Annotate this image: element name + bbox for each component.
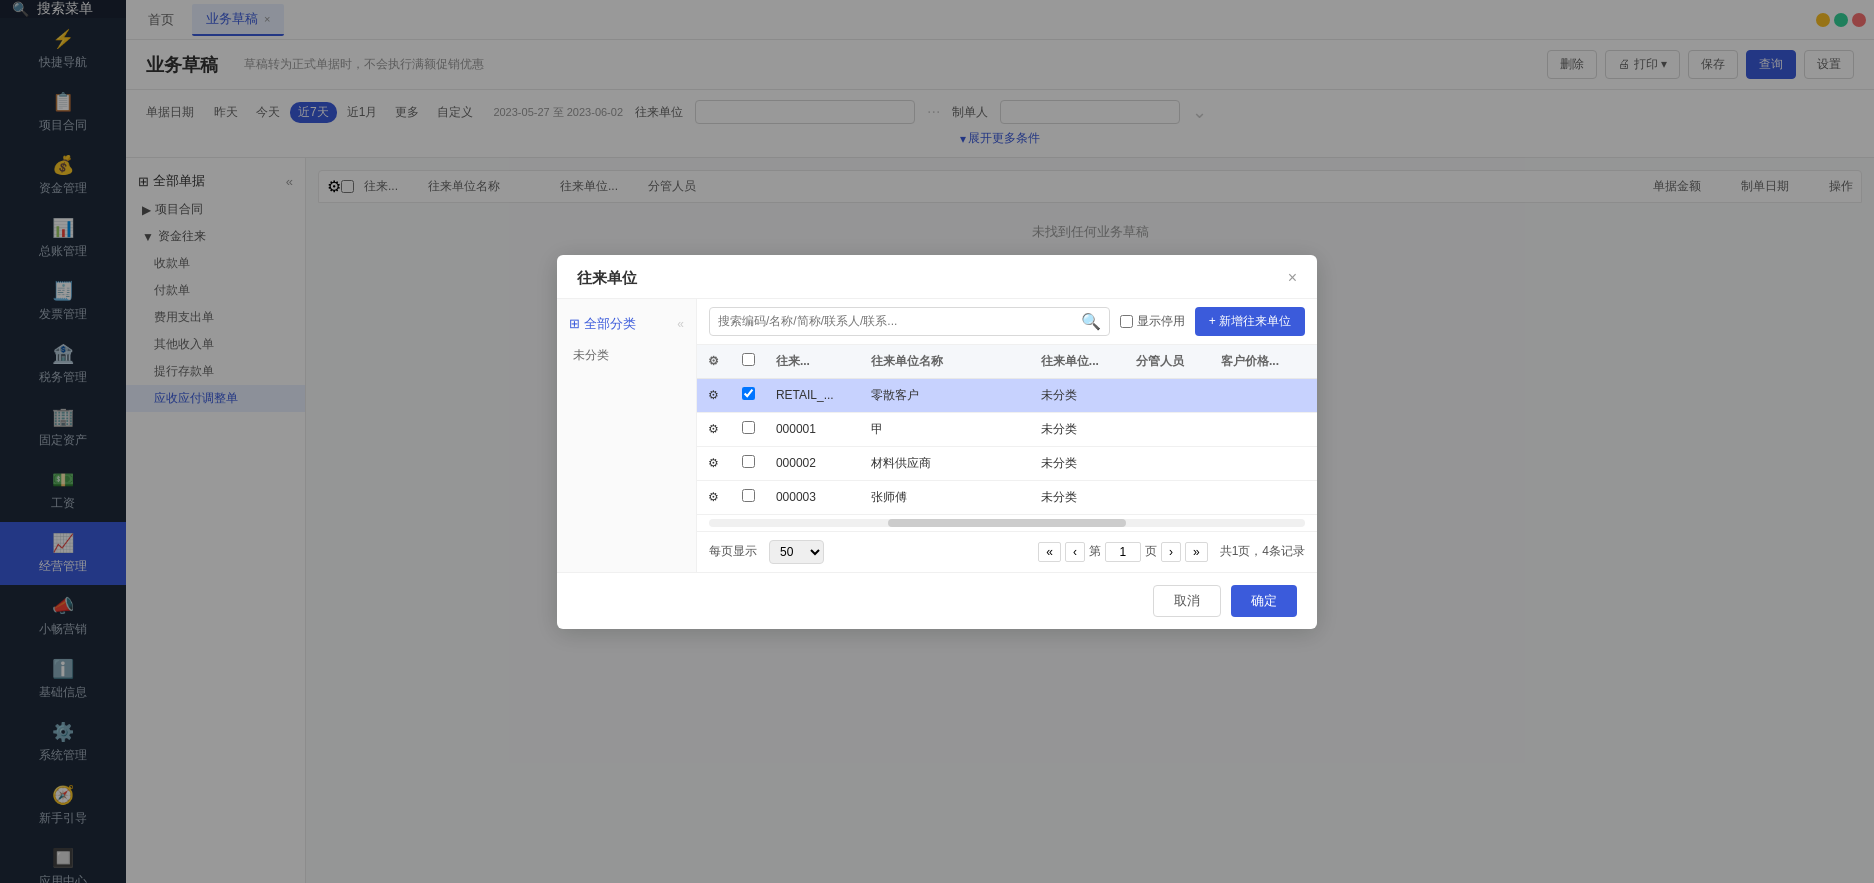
row-name: 甲	[861, 412, 1031, 446]
add-contact-button[interactable]: + 新增往来单位	[1195, 307, 1305, 336]
th-name: 往来单位名称	[861, 345, 1031, 379]
confirm-button[interactable]: 确定	[1231, 585, 1297, 617]
dialog-body: ⊞ 全部分类 « 未分类 🔍 显示停用	[557, 299, 1317, 572]
row-price	[1211, 446, 1317, 480]
row-category: 未分类	[1031, 446, 1126, 480]
row-checkbox[interactable]	[731, 480, 766, 514]
next-page-btn[interactable]: ›	[1161, 542, 1181, 562]
th-person: 分管人员	[1126, 345, 1211, 379]
table-row[interactable]: ⚙ 000002 材料供应商 未分类	[697, 446, 1317, 480]
dialog-left-collapse-btn[interactable]: «	[677, 317, 684, 331]
page-label: 第	[1089, 543, 1101, 560]
row-settings[interactable]: ⚙	[697, 480, 731, 514]
row-category: 未分类	[1031, 378, 1126, 412]
prev-page-btn[interactable]: ‹	[1065, 542, 1085, 562]
table-row[interactable]: ⚙ RETAIL_... 零散客户 未分类	[697, 378, 1317, 412]
row-price	[1211, 412, 1317, 446]
table-scrollbar[interactable]	[709, 519, 1305, 527]
row-code: RETAIL_...	[766, 378, 861, 412]
show-inactive-checkbox[interactable]	[1120, 315, 1133, 328]
search-box[interactable]: 🔍	[709, 307, 1110, 336]
dialog-left-title-label: 全部分类	[584, 315, 636, 333]
search-input[interactable]	[718, 314, 1075, 328]
row-settings[interactable]: ⚙	[697, 412, 731, 446]
th-price: 客户价格...	[1211, 345, 1317, 379]
row-person	[1126, 480, 1211, 514]
row-settings[interactable]: ⚙	[697, 378, 731, 412]
row-checkbox[interactable]	[731, 378, 766, 412]
row-person	[1126, 446, 1211, 480]
row-price	[1211, 480, 1317, 514]
row-name: 材料供应商	[861, 446, 1031, 480]
grid-dots-icon: ⊞	[569, 316, 580, 331]
row-price	[1211, 378, 1317, 412]
dialog-table: ⚙ 往来... 往来单位名称 往来单位... 分管人员 客户价格... ⚙	[697, 345, 1317, 515]
dialog-left-uncategorized[interactable]: 未分类	[557, 341, 696, 370]
table-header-row: ⚙ 往来... 往来单位名称 往来单位... 分管人员 客户价格...	[697, 345, 1317, 379]
page-suffix: 页	[1145, 543, 1157, 560]
table-row[interactable]: ⚙ 000003 张师傅 未分类	[697, 480, 1317, 514]
show-inactive-label: 显示停用	[1137, 313, 1185, 330]
dialog-overlay: 往来单位 × ⊞ 全部分类 « 未分类 🔍	[0, 0, 1874, 883]
row-checkbox[interactable]	[731, 446, 766, 480]
total-records: 共1页，4条记录	[1220, 543, 1305, 560]
row-checkbox[interactable]	[731, 412, 766, 446]
dialog-title: 往来单位	[577, 269, 637, 288]
page-nav: « ‹ 第 页 › » 共1页，4条记录	[1038, 542, 1305, 562]
last-page-btn[interactable]: »	[1185, 542, 1208, 562]
cancel-button[interactable]: 取消	[1153, 585, 1221, 617]
th-settings-icon[interactable]: ⚙	[708, 354, 719, 368]
th-code: 往来...	[766, 345, 861, 379]
dialog-toolbar: 🔍 显示停用 + 新增往来单位	[697, 299, 1317, 345]
th-select-all-cb[interactable]	[742, 353, 755, 366]
show-inactive-option[interactable]: 显示停用	[1120, 313, 1185, 330]
row-code: 000002	[766, 446, 861, 480]
search-icon: 🔍	[1081, 312, 1101, 331]
row-name: 零散客户	[861, 378, 1031, 412]
counterpart-dialog: 往来单位 × ⊞ 全部分类 « 未分类 🔍	[557, 255, 1317, 629]
per-page-label: 每页显示	[709, 543, 757, 560]
dialog-pagination: 每页显示 50 100 « ‹ 第 页 › » 共1页，4条记录	[697, 531, 1317, 572]
per-page-select[interactable]: 50 100	[769, 540, 824, 564]
th-category: 往来单位...	[1031, 345, 1126, 379]
table-row[interactable]: ⚙ 000001 甲 未分类	[697, 412, 1317, 446]
row-category: 未分类	[1031, 480, 1126, 514]
row-code: 000003	[766, 480, 861, 514]
row-category: 未分类	[1031, 412, 1126, 446]
row-person	[1126, 412, 1211, 446]
row-settings[interactable]: ⚙	[697, 446, 731, 480]
dialog-left-panel: ⊞ 全部分类 « 未分类	[557, 299, 697, 572]
dialog-left-title[interactable]: ⊞ 全部分类 «	[557, 307, 696, 341]
row-code: 000001	[766, 412, 861, 446]
row-name: 张师傅	[861, 480, 1031, 514]
first-page-btn[interactable]: «	[1038, 542, 1061, 562]
dialog-close-button[interactable]: ×	[1288, 269, 1297, 287]
dialog-right-panel: 🔍 显示停用 + 新增往来单位 ⚙	[697, 299, 1317, 572]
page-number-input[interactable]	[1105, 542, 1141, 562]
row-person	[1126, 378, 1211, 412]
dialog-header: 往来单位 ×	[557, 255, 1317, 299]
dialog-actions: 取消 确定	[557, 572, 1317, 629]
